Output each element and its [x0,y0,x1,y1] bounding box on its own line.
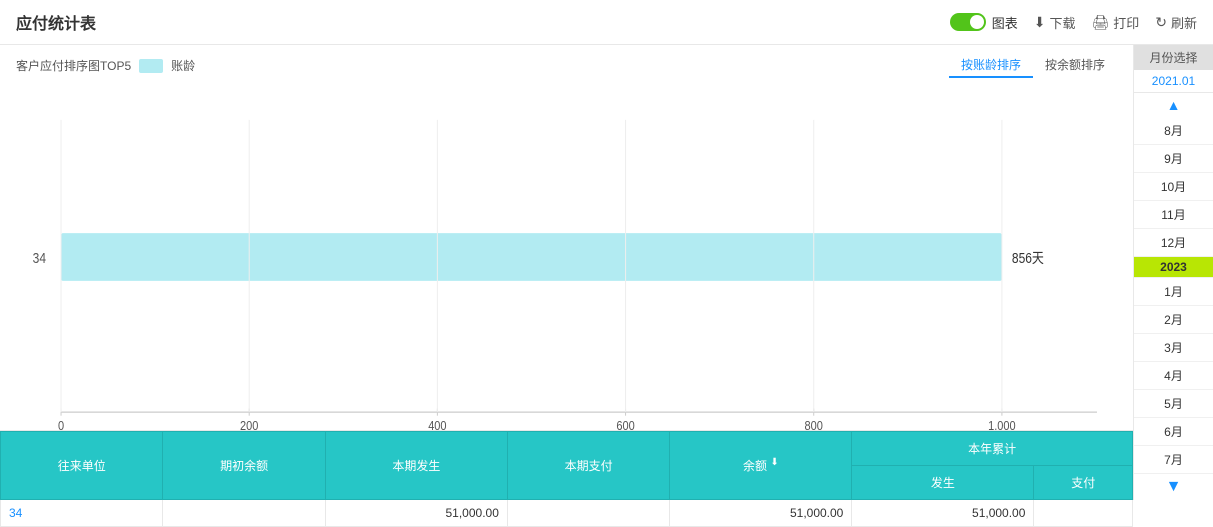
sidebar-months-list: 8月9月10月11月12月20231月2月3月4月5月6月7月 [1134,117,1213,474]
sidebar-month-item[interactable]: 4月 [1134,362,1213,390]
print-label: 打印 [1113,13,1139,32]
sidebar-month-item[interactable]: 12月 [1134,229,1213,257]
page-header: 应付统计表 图表 ⬇ 下载 🖨 打印 ↻ 刷新 [0,0,1213,45]
svg-text:856天: 856天 [1012,250,1044,266]
sidebar-header: 月份选择 [1134,45,1213,70]
th-balance: 余额 ⬇ [670,432,852,500]
sidebar-month-item[interactable]: 5月 [1134,390,1213,418]
chart-area: 客户应付排序图TOP5 账龄 按账龄排序 按余额排序 34 856天 [0,45,1133,527]
svg-text:0: 0 [58,418,64,430]
chart-toggle-label: 图表 [992,13,1018,32]
data-table-wrap: 往来单位 期初余额 本期发生 本期支付 余额 ⬇ 本年累计 发生 [0,430,1133,527]
chart-container: 34 856天 0 200 400 600 [0,86,1133,430]
legend-box [139,59,163,73]
sidebar-up-button[interactable]: ▲ [1162,95,1186,115]
chart-toggle[interactable] [950,13,986,31]
download-icon: ⬇ [1034,14,1046,31]
page-title: 应付统计表 [16,10,96,34]
th-current-occ: 本期发生 [325,432,507,500]
svg-text:34: 34 [33,250,46,266]
sidebar-nav-bottom: ▼ [1134,474,1213,500]
header-actions: 图表 ⬇ 下载 🖨 打印 ↻ 刷新 [950,13,1197,32]
cell-ytd-pay [1034,500,1133,527]
sidebar-wrap: 月份选择 2021.01 ▲ 8月9月10月11月12月20231月2月3月4月… [1133,45,1213,527]
refresh-action[interactable]: ↻ 刷新 [1155,13,1197,32]
sort-by-age-button[interactable]: 按账龄排序 [949,53,1033,78]
sidebar-month-item[interactable]: 8月 [1134,117,1213,145]
main-content: 客户应付排序图TOP5 账龄 按账龄排序 按余额排序 34 856天 [0,45,1213,527]
download-action[interactable]: ⬇ 下载 [1034,13,1076,32]
print-icon: 🖨 [1091,14,1109,31]
sidebar-nav-top: ▲ [1134,93,1213,117]
sidebar-month-item[interactable]: 7月 [1134,446,1213,474]
th-ytd: 本年累计 [852,432,1133,466]
sidebar-down-button[interactable]: ▼ [1166,478,1182,496]
sidebar-month-item[interactable]: 11月 [1134,201,1213,229]
sidebar-month-item[interactable]: 6月 [1134,418,1213,446]
data-table: 往来单位 期初余额 本期发生 本期支付 余额 ⬇ 本年累计 发生 [0,431,1133,527]
th-unit: 往来单位 [1,432,163,500]
print-action[interactable]: 🖨 打印 [1091,13,1139,32]
sidebar-month-item[interactable]: 9月 [1134,145,1213,173]
svg-text:200: 200 [240,418,259,430]
th-opening: 期初余额 [163,432,325,500]
legend-box-label: 账龄 [171,57,195,74]
cell-unit: 34 [1,500,163,527]
th-ytd-pay: 支付 [1034,466,1133,500]
sidebar-current-value: 2021.01 [1134,70,1213,93]
refresh-icon: ↻ [1155,14,1167,31]
table-row: 34 51,000.00 51,000.00 51,000.00 [1,500,1133,527]
unit-link[interactable]: 34 [9,506,22,520]
legend-label: 客户应付排序图TOP5 [16,57,131,74]
cell-opening [163,500,325,527]
svg-text:600: 600 [616,418,635,430]
sidebar-month-item[interactable]: 10月 [1134,173,1213,201]
chart-sort-buttons: 按账龄排序 按余额排序 [949,53,1117,78]
chart-toggle-wrap[interactable]: 图表 [950,13,1018,32]
cell-current-occ: 51,000.00 [325,500,507,527]
sidebar-month-item[interactable]: 2月 [1134,306,1213,334]
cell-ytd-occ: 51,000.00 [852,500,1034,527]
bar-chart: 34 856天 0 200 400 600 [16,96,1117,430]
cell-current-pay [507,500,669,527]
th-current-pay: 本期支付 [507,432,669,500]
sidebar-year-label: 2023 [1134,257,1213,278]
svg-text:1,000: 1,000 [988,418,1016,430]
th-ytd-occ: 发生 [852,466,1034,500]
cell-balance: 51,000.00 [670,500,852,527]
sidebar: 月份选择 2021.01 ▲ 8月9月10月11月12月20231月2月3月4月… [1133,45,1213,500]
sort-by-balance-button[interactable]: 按余额排序 [1033,53,1117,78]
sidebar-month-item[interactable]: 1月 [1134,278,1213,306]
sidebar-month-item[interactable]: 3月 [1134,334,1213,362]
chart-header: 客户应付排序图TOP5 账龄 按账龄排序 按余额排序 [0,45,1133,86]
refresh-label: 刷新 [1171,13,1197,32]
download-label: 下载 [1049,13,1075,32]
chart-legend: 客户应付排序图TOP5 账龄 [16,57,195,74]
svg-text:800: 800 [805,418,824,430]
svg-text:400: 400 [428,418,447,430]
